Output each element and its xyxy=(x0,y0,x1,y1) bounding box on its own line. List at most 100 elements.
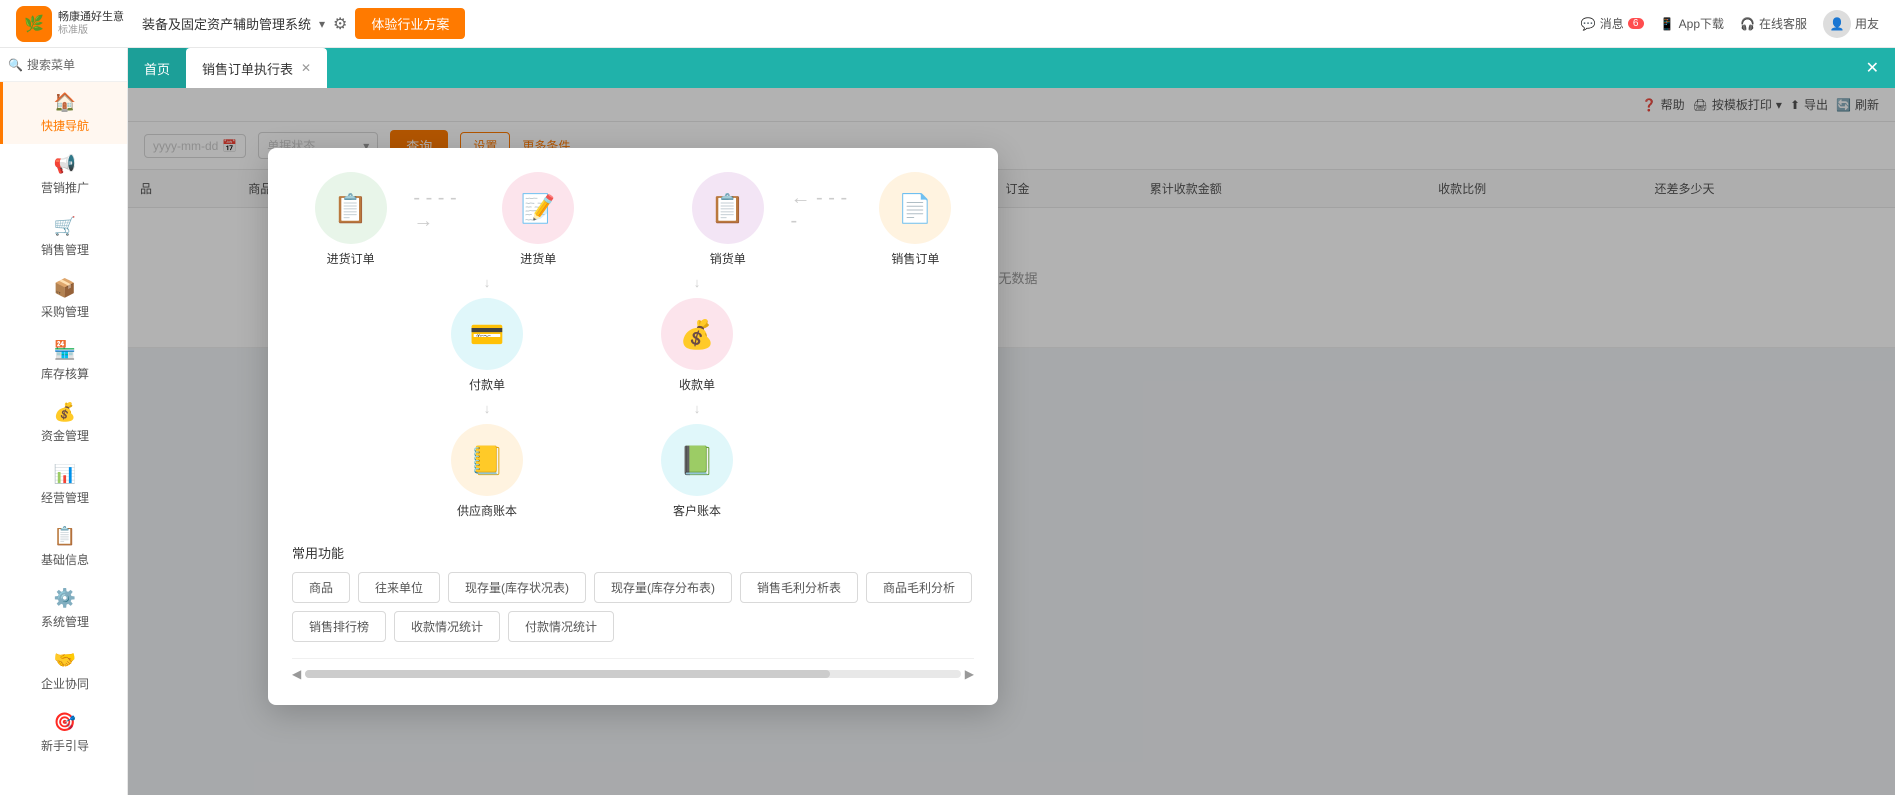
func-btn-receipt-stats[interactable]: 收款情况统计 xyxy=(394,611,500,642)
sidebar-item-finance[interactable]: 💰 资金管理 xyxy=(0,392,127,454)
marketing-icon: 📢 xyxy=(54,154,76,175)
experience-button[interactable]: 体验行业方案 xyxy=(355,8,465,39)
modal-overlay[interactable]: 📋 进货订单 - - - - → 📝 进货单 xyxy=(128,88,1895,795)
cooperation-icon: 🤝 xyxy=(54,650,76,671)
function-buttons: 商品 往来单位 现存量(库存状况表) 现存量(库存分布表) 销售毛利分析表 商品… xyxy=(292,572,974,603)
avatar: 👤 xyxy=(1823,10,1851,38)
sales-icon: 🛒 xyxy=(54,216,76,237)
logo-text: 畅康通好生意 标准版 xyxy=(58,10,124,37)
func-btn-partner[interactable]: 往来单位 xyxy=(358,572,440,603)
payment-circle: 💳 xyxy=(451,298,523,370)
sidebar-item-guide[interactable]: 🎯 新手引导 xyxy=(0,702,127,764)
window-close-icon[interactable]: ✕ xyxy=(1866,60,1879,77)
online-service-action[interactable]: 🎧 在线客服 xyxy=(1740,15,1807,32)
scroll-thumb xyxy=(305,670,829,678)
home-icon: 🏠 xyxy=(54,92,76,113)
tab-bar-right: ✕ xyxy=(1866,58,1895,78)
common-functions: 常用功能 商品 往来单位 现存量(库存状况表) 现存量(库存分布表) 销售毛利分… xyxy=(292,543,974,642)
sales-bill-circle: 📋 xyxy=(692,172,764,244)
flow-row-3: 📒 供应商账本 📗 客户账本 xyxy=(292,424,974,519)
sidebar-item-purchase[interactable]: 📦 采购管理 xyxy=(0,268,127,330)
function-buttons-row2: 销售排行榜 收款情况统计 付款情况统计 xyxy=(292,611,974,642)
flow-row-arrows: ↓ ↓ xyxy=(292,275,974,290)
receipt-circle: 💰 xyxy=(661,298,733,370)
tab-close-icon[interactable]: ✕ xyxy=(301,61,311,75)
payment-icon: 💳 xyxy=(470,318,505,351)
down-arrow-payment: ↓ xyxy=(422,401,552,416)
sidebar-item-system[interactable]: ⚙️ 系统管理 xyxy=(0,578,127,640)
sidebar-item-sales[interactable]: 🛒 销售管理 xyxy=(0,206,127,268)
download-icon: 📱 xyxy=(1660,17,1675,31)
common-functions-title: 常用功能 xyxy=(292,543,974,562)
sidebar-item-inventory[interactable]: 🏪 库存核算 xyxy=(0,330,127,392)
sidebar-search[interactable]: 🔍 搜索菜单 xyxy=(0,48,127,82)
sales-bill-icon: 📋 xyxy=(710,192,745,225)
service-icon: 🎧 xyxy=(1740,17,1755,31)
flow-diagram: 📋 进货订单 - - - - → 📝 进货单 xyxy=(292,172,974,527)
purchase-order-icon: 📋 xyxy=(333,192,368,225)
scroll-track[interactable] xyxy=(305,670,961,678)
sales-order-circle: 📄 xyxy=(879,172,951,244)
sidebar-item-cooperation[interactable]: 🤝 企业协同 xyxy=(0,640,127,702)
system-icon: ⚙️ xyxy=(54,588,76,609)
sidebar-item-base-info[interactable]: 📋 基础信息 xyxy=(0,516,127,578)
tab-home[interactable]: 首页 xyxy=(128,48,186,88)
top-bar: 🌿 畅康通好生意 标准版 装备及固定资产辅助管理系统 ▾ ⚙ 体验行业方案 💬 … xyxy=(0,0,1895,48)
func-btn-stock-dist[interactable]: 现存量(库存分布表) xyxy=(594,572,732,603)
main-area: 🔍 搜索菜单 🏠 快捷导航 📢 营销推广 🛒 销售管理 📦 采购管理 🏪 xyxy=(0,48,1895,795)
base-info-icon: 📋 xyxy=(54,526,76,547)
purchase-bill-icon: 📝 xyxy=(521,192,556,225)
func-btn-stock-status[interactable]: 现存量(库存状况表) xyxy=(448,572,586,603)
flow-node-supplier-ledger[interactable]: 📒 供应商账本 xyxy=(422,424,552,519)
message-action[interactable]: 💬 消息 6 xyxy=(1581,15,1644,32)
flow-row-arrows-2: ↓ ↓ xyxy=(292,401,974,416)
flow-node-purchase-order[interactable]: 📋 进货订单 xyxy=(292,172,409,267)
app-container: 🌿 畅康通好生意 标准版 装备及固定资产辅助管理系统 ▾ ⚙ 体验行业方案 💬 … xyxy=(0,0,1895,795)
top-bar-left: 🌿 畅康通好生意 标准版 装备及固定资产辅助管理系统 ▾ ⚙ 体验行业方案 xyxy=(16,6,465,42)
func-btn-sales-profit[interactable]: 销售毛利分析表 xyxy=(740,572,858,603)
arrow-right-1: - - - - → xyxy=(413,187,475,233)
user-action[interactable]: 👤 用友 xyxy=(1823,10,1879,38)
tab-bar: 首页 销售订单执行表 ✕ ✕ xyxy=(128,48,1895,88)
sidebar-item-operations[interactable]: 📊 经营管理 xyxy=(0,454,127,516)
down-arrow-purchase: ↓ xyxy=(422,275,552,290)
receipt-icon: 💰 xyxy=(680,318,715,351)
logo-icon: 🌿 xyxy=(16,6,52,42)
purchase-icon: 📦 xyxy=(54,278,76,299)
flow-node-sales-bill[interactable]: 📋 销货单 xyxy=(669,172,786,267)
message-badge: 6 xyxy=(1628,18,1644,29)
sidebar-item-marketing[interactable]: 📢 营销推广 xyxy=(0,144,127,206)
content-area: 首页 销售订单执行表 ✕ ✕ ❓ 帮助 xyxy=(128,48,1895,795)
dropdown-icon[interactable]: ▾ xyxy=(319,17,325,31)
down-arrow-sales: ↓ xyxy=(632,275,762,290)
scroll-left-icon[interactable]: ◀ xyxy=(292,667,301,681)
tab-sales-order[interactable]: 销售订单执行表 ✕ xyxy=(186,48,327,88)
system-name: 装备及固定资产辅助管理系统 xyxy=(142,14,311,33)
sidebar-item-quick-nav[interactable]: 🏠 快捷导航 xyxy=(0,82,127,144)
supplier-ledger-icon: 📒 xyxy=(470,444,505,477)
sales-order-icon: 📄 xyxy=(898,192,933,225)
flow-node-payment[interactable]: 💳 付款单 xyxy=(422,298,552,393)
flow-node-sales-order[interactable]: 📄 销售订单 xyxy=(857,172,974,267)
arrow-left-1: ← - - - - xyxy=(790,187,852,233)
func-btn-payment-stats[interactable]: 付款情况统计 xyxy=(508,611,614,642)
inventory-icon: 🏪 xyxy=(54,340,76,361)
top-bar-right: 💬 消息 6 📱 App下载 🎧 在线客服 👤 用友 xyxy=(1581,10,1879,38)
settings-icon[interactable]: ⚙ xyxy=(333,14,347,34)
func-btn-product-profit[interactable]: 商品毛利分析 xyxy=(866,572,972,603)
modal-scroll: ◀ ▶ xyxy=(292,658,974,681)
customer-ledger-icon: 📗 xyxy=(680,444,715,477)
flow-node-customer-ledger[interactable]: 📗 客户账本 xyxy=(632,424,762,519)
purchase-bill-circle: 📝 xyxy=(502,172,574,244)
logo-area: 🌿 畅康通好生意 标准版 xyxy=(16,6,126,42)
flow-node-purchase-bill[interactable]: 📝 进货单 xyxy=(480,172,597,267)
func-btn-sales-rank[interactable]: 销售排行榜 xyxy=(292,611,386,642)
func-btn-product[interactable]: 商品 xyxy=(292,572,350,603)
flow-row-1: 📋 进货订单 - - - - → 📝 进货单 xyxy=(292,172,974,267)
scroll-right-icon[interactable]: ▶ xyxy=(965,667,974,681)
app-download-action[interactable]: 📱 App下载 xyxy=(1660,15,1724,32)
down-arrow-receipt: ↓ xyxy=(632,401,762,416)
customer-ledger-circle: 📗 xyxy=(661,424,733,496)
flow-node-receipt[interactable]: 💰 收款单 xyxy=(632,298,762,393)
guide-icon: 🎯 xyxy=(54,712,76,733)
